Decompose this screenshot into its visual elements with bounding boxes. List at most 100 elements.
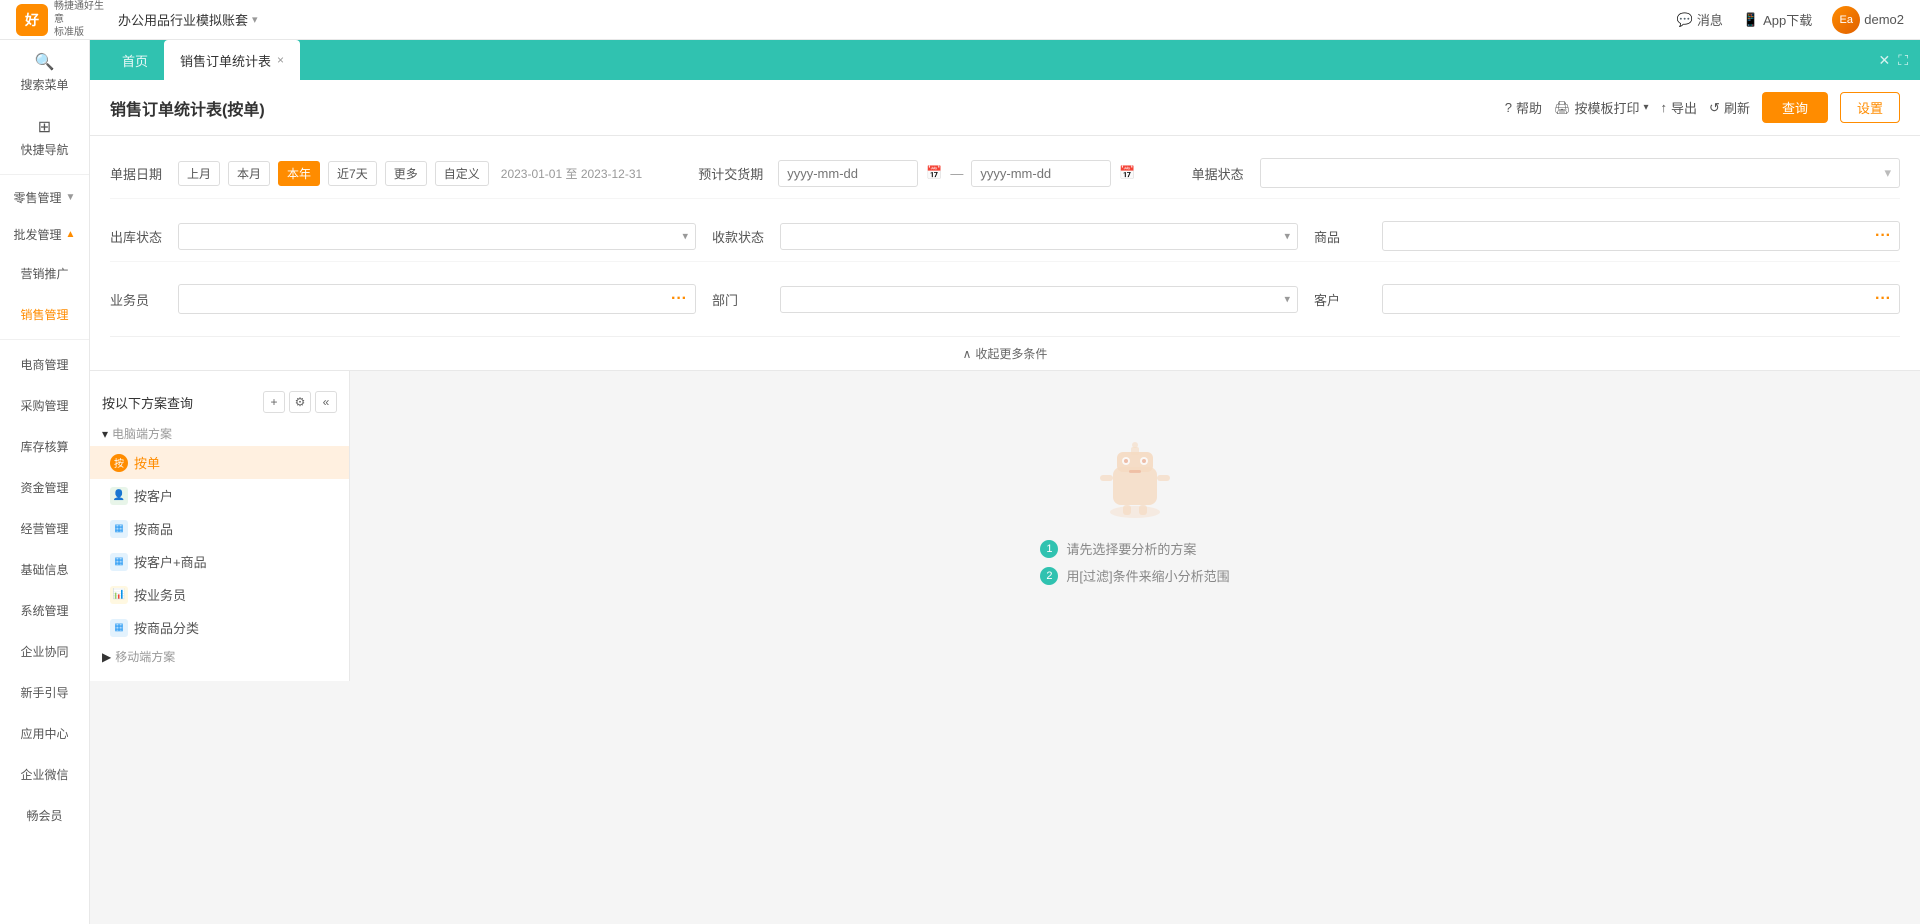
tab-bar-right: ✕ ⛶ xyxy=(1878,52,1920,69)
prev-month-btn[interactable]: 上月 xyxy=(178,161,220,186)
by-goods-icon: ▦ xyxy=(110,520,128,538)
payment-status-label: 收款状态 xyxy=(712,227,772,246)
sidebar-item-newuser[interactable]: 新手引导 xyxy=(0,672,89,713)
scheme-item-by-order[interactable]: 按 按单 xyxy=(90,446,349,479)
delivery-label: 预计交货期 xyxy=(698,164,770,183)
help-button[interactable]: ? 帮助 xyxy=(1505,98,1542,117)
sidebar-item-search[interactable]: 🔍 搜索菜单 xyxy=(0,40,89,105)
custom-btn[interactable]: 自定义 xyxy=(435,161,489,186)
add-scheme-btn[interactable]: + xyxy=(263,391,285,413)
sidebar-item-base[interactable]: 基础信息 xyxy=(0,549,89,590)
this-year-btn[interactable]: 本年 xyxy=(278,161,320,186)
scheme-item-by-customer-goods[interactable]: ▦ 按客户+商品 xyxy=(90,545,349,578)
payment-status-select[interactable] xyxy=(780,223,1298,250)
tab-sales-order-stat[interactable]: 销售订单统计表 × xyxy=(164,40,300,80)
date-range-display: 2023-01-01 至 2023-12-31 xyxy=(501,165,642,182)
chevron-up-icon: ▲ xyxy=(66,229,76,240)
ship-status-select[interactable] xyxy=(178,223,696,250)
customer-input[interactable]: ··· xyxy=(1382,284,1900,314)
customer-label: 客户 xyxy=(1314,290,1374,309)
sidebar-item-sales[interactable]: 销售管理 xyxy=(0,294,89,335)
goods-more-icon[interactable]: ··· xyxy=(1875,227,1891,245)
by-customer-icon: 👤 xyxy=(110,487,128,505)
message-button[interactable]: 💬 消息 xyxy=(1677,10,1723,29)
sidebar-item-inventory[interactable]: 库存核算 xyxy=(0,426,89,467)
template-print-button[interactable]: 🖨 按模板打印 ▾ xyxy=(1554,98,1649,117)
sidebar-item-nav[interactable]: ⊞ 快捷导航 xyxy=(0,105,89,170)
goods-input[interactable]: ··· xyxy=(1382,221,1900,251)
scheme-item-by-category[interactable]: ▦ 按商品分类 xyxy=(90,611,349,644)
app-title[interactable]: 办公用品行业模拟账套 ▾ xyxy=(118,10,258,29)
bill-status-group: 单据状态 ▾ xyxy=(1192,158,1900,188)
filter-row-3: 业务员 ··· 部门 客户 xyxy=(110,274,1900,324)
customer-group: 客户 ··· xyxy=(1314,284,1900,314)
sidebar-item-finance[interactable]: 资金管理 xyxy=(0,467,89,508)
user-avatar[interactable]: Ea demo2 xyxy=(1832,6,1904,34)
chevron-down-icon: ▾ xyxy=(1884,165,1891,181)
goods-label: 商品 xyxy=(1314,227,1374,246)
department-select[interactable] xyxy=(780,286,1298,313)
ship-status-label: 出库状态 xyxy=(110,227,170,246)
left-panel-header: 按以下方案查询 + ⚙ « xyxy=(90,383,349,421)
main-layout: 🔍 搜索菜单 ⊞ 快捷导航 零售管理 ▼ 批发管理 ▲ 营销推广 销售管理 电商… xyxy=(0,40,1920,924)
empty-state-icon xyxy=(1085,427,1185,527)
salesman-more-icon[interactable]: ··· xyxy=(671,290,687,308)
bill-status-select[interactable]: ▾ xyxy=(1260,158,1900,188)
sidebar-item-retail[interactable]: 零售管理 ▼ xyxy=(0,179,89,216)
sidebar-item-ecommerce[interactable]: 电商管理 xyxy=(0,344,89,385)
this-month-btn[interactable]: 本月 xyxy=(228,161,270,186)
hint-number-1: 1 xyxy=(1040,540,1058,558)
bill-status-select-wrapper: ▾ xyxy=(1260,158,1900,188)
filter-row-1: 单据日期 上月 本月 本年 近7天 更多 自定义 2023-01-01 至 20… xyxy=(110,148,1900,199)
sidebar-item-member[interactable]: 畅会员 xyxy=(0,795,89,836)
delivery-start-input[interactable] xyxy=(778,160,918,187)
sidebar-item-purchase[interactable]: 采购管理 xyxy=(0,385,89,426)
calendar-end-icon[interactable]: 📅 xyxy=(1119,165,1135,181)
scheme-item-by-salesman[interactable]: 📊 按业务员 xyxy=(90,578,349,611)
sidebar-item-operation[interactable]: 经营管理 xyxy=(0,508,89,549)
payment-status-group: 收款状态 xyxy=(712,223,1298,250)
maximize-icon[interactable]: ⛶ xyxy=(1898,52,1908,69)
sidebar-item-apps[interactable]: 应用中心 xyxy=(0,713,89,754)
calendar-start-icon[interactable]: 📅 xyxy=(926,165,942,181)
empty-hints: 1 请先选择要分析的方案 2 用[过滤]条件来缩小分析范围 xyxy=(1040,539,1229,585)
filter-container: 单据日期 上月 本月 本年 近7天 更多 自定义 2023-01-01 至 20… xyxy=(90,136,1920,371)
sidebar-item-wechat[interactable]: 企业微信 xyxy=(0,754,89,795)
query-button[interactable]: 查询 xyxy=(1762,92,1828,123)
right-area: 1 请先选择要分析的方案 2 用[过滤]条件来缩小分析范围 xyxy=(350,371,1920,681)
export-icon: ↑ xyxy=(1661,100,1668,115)
desktop-scheme-label: ▾ 电脑端方案 xyxy=(90,421,349,446)
scheme-item-by-customer[interactable]: 👤 按客户 xyxy=(90,479,349,512)
empty-hint-1: 1 请先选择要分析的方案 xyxy=(1040,539,1229,558)
settings-scheme-btn[interactable]: ⚙ xyxy=(289,391,311,413)
sidebar-item-corp[interactable]: 企业协同 xyxy=(0,631,89,672)
tab-home[interactable]: 首页 xyxy=(106,40,164,80)
7days-btn[interactable]: 近7天 xyxy=(328,161,377,186)
collapse-button[interactable]: ∧ 收起更多条件 xyxy=(963,345,1048,362)
more-btn[interactable]: 更多 xyxy=(385,161,427,186)
message-icon: 💬 xyxy=(1677,12,1693,28)
search-icon: 🔍 xyxy=(35,52,55,72)
close-window-icon[interactable]: ✕ xyxy=(1878,52,1890,69)
sidebar-item-marketing[interactable]: 营销推广 xyxy=(0,253,89,294)
goods-group: 商品 ··· xyxy=(1314,221,1900,251)
sidebar-item-system[interactable]: 系统管理 xyxy=(0,590,89,631)
collapse-arrow-icon: ∧ xyxy=(963,347,972,361)
refresh-button[interactable]: ↺ 刷新 xyxy=(1709,98,1750,117)
setting-button[interactable]: 设置 xyxy=(1840,92,1900,123)
by-category-icon: ▦ xyxy=(110,619,128,637)
help-icon: ? xyxy=(1505,100,1512,115)
collapse-panel-btn[interactable]: « xyxy=(315,391,337,413)
page-header: 销售订单统计表(按单) ? 帮助 🖨 按模板打印 ▾ ↑ 导出 xyxy=(90,80,1920,136)
sidebar-item-wholesale[interactable]: 批发管理 ▲ xyxy=(0,216,89,253)
delivery-end-input[interactable] xyxy=(971,160,1111,187)
sidebar-divider xyxy=(0,174,89,175)
refresh-icon: ↺ xyxy=(1709,100,1720,116)
tab-close-button[interactable]: × xyxy=(277,53,284,67)
date-label: 单据日期 xyxy=(110,164,170,183)
scheme-item-by-goods[interactable]: ▦ 按商品 xyxy=(90,512,349,545)
customer-more-icon[interactable]: ··· xyxy=(1875,290,1891,308)
app-download-button[interactable]: 📱 App下载 xyxy=(1743,10,1812,29)
salesman-input[interactable]: ··· xyxy=(178,284,696,314)
export-button[interactable]: ↑ 导出 xyxy=(1661,98,1698,117)
